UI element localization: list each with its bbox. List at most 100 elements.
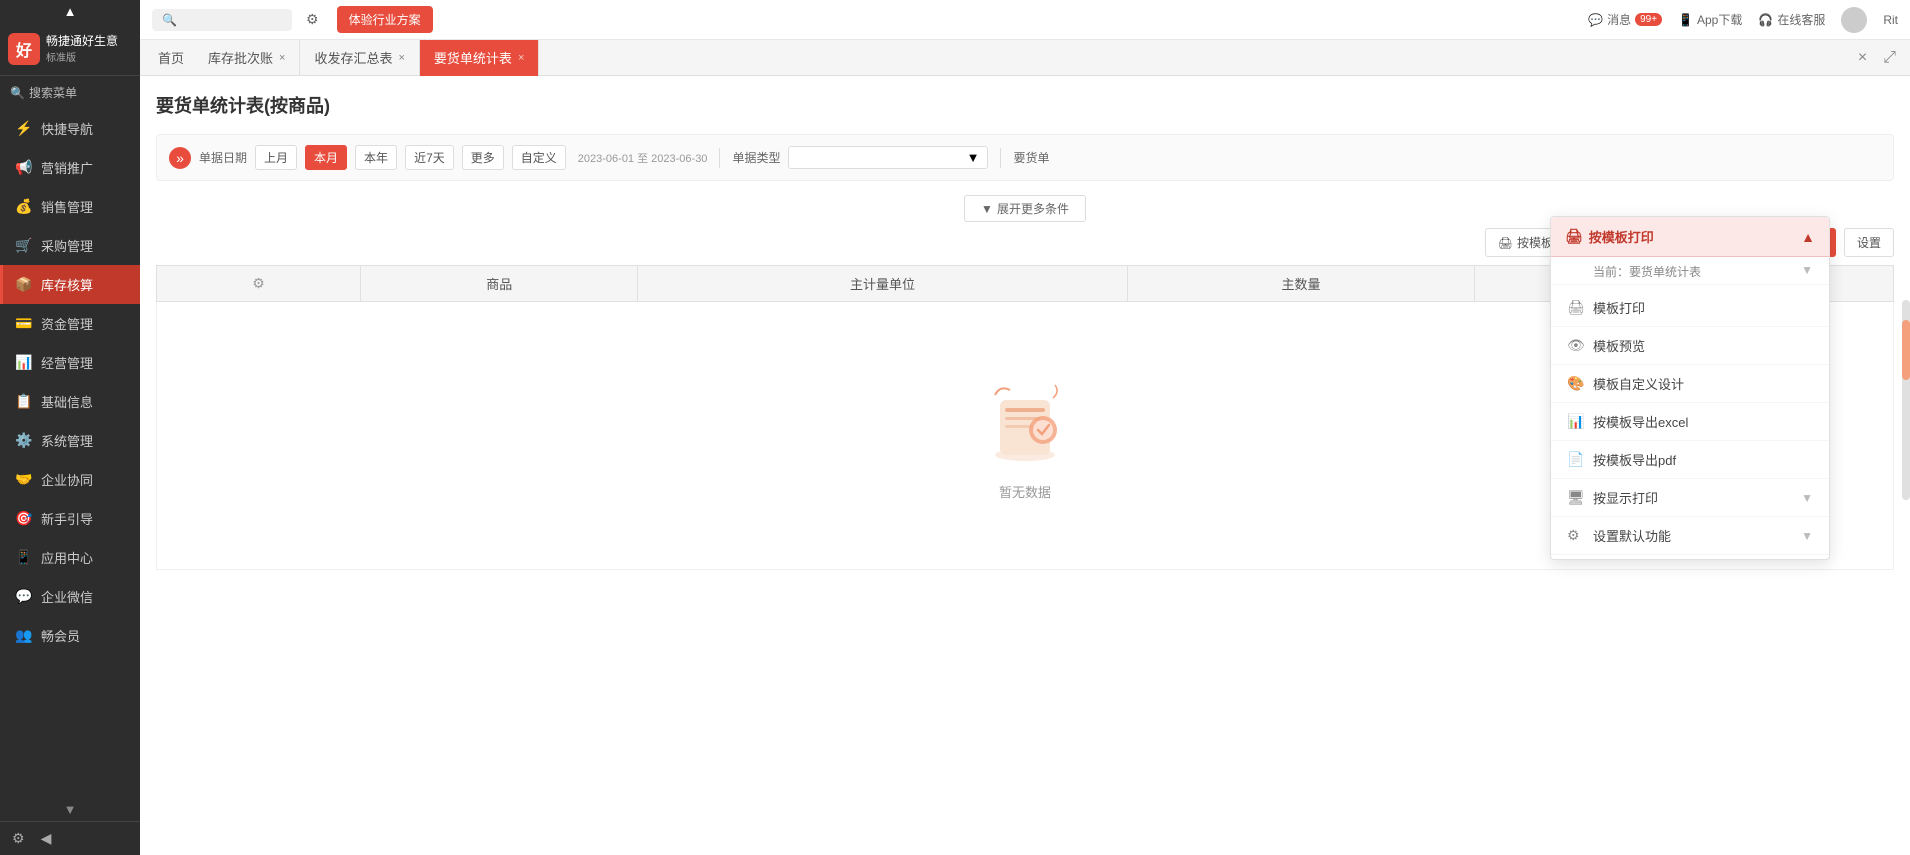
tab-batch-account[interactable]: 库存批次账 × [194,40,300,76]
table-settings-icon[interactable]: ⚙ [252,275,265,291]
settings-button[interactable]: 设置 [1844,228,1894,257]
dropdown-item-export-excel[interactable]: 📊 按模板导出excel [1551,403,1829,441]
sidebar-search-menu[interactable]: 🔍 搜索菜单 [0,76,140,109]
tab-order-stats[interactable]: 要货单统计表 × [420,40,539,76]
page-content: 要货单统计表(按商品) » 单据日期 上月 本月 本年 近7天 更多 自定义 2… [140,76,1910,855]
online-service-button[interactable]: 🎧 在线客服 [1758,11,1825,28]
tab-close-order-stats[interactable]: × [518,52,524,64]
filter-bar: » 单据日期 上月 本月 本年 近7天 更多 自定义 2023-06-01 至 … [156,134,1894,181]
doc-type-chevron-icon: ▼ [967,150,980,165]
sidebar-item-system[interactable]: ⚙️ 系统管理 [0,421,140,460]
messages-icon: 💬 [1588,13,1603,27]
sidebar-logo: 好 畅捷通好生意 标准版 [0,23,140,76]
dropdown-item-template-preview[interactable]: 👁 模板预览 [1551,327,1829,365]
date-last7-button[interactable]: 近7天 [405,145,454,170]
sidebar-item-basic-info[interactable]: 📋 基础信息 [0,382,140,421]
date-filter-label: 单据日期 [199,149,247,166]
dropdown-item-export-pdf[interactable]: 📄 按模板导出pdf [1551,441,1829,479]
purchase-icon: 🛒 [15,237,33,254]
messages-button[interactable]: 💬 消息 99+ [1588,11,1662,28]
sidebar-scroll-down[interactable]: ▼ [0,798,140,821]
topbar-settings-icon[interactable]: ⚙ [300,9,325,30]
tab-window-close-icon[interactable]: × [1852,47,1873,69]
tab-close-receipt-summary[interactable]: × [398,52,404,64]
template-design-icon: 🎨 [1567,375,1585,392]
enterprise-wechat-icon: 💬 [15,588,33,605]
industry-solution-button[interactable]: 体验行业方案 [337,6,433,33]
doc-type-select[interactable]: ▼ [788,146,988,169]
table-header-product: 商品 [361,266,638,302]
app-download-button[interactable]: 📱 App下载 [1678,11,1742,28]
tab-close-batch-account[interactable]: × [279,52,285,64]
dropdown-item-template-print[interactable]: 🖨 模板打印 [1551,289,1829,327]
dropdown-current-arrow: ▼ [1801,263,1813,277]
expand-more-conditions-button[interactable]: ▼ 展开更多条件 [964,195,1086,222]
date-custom-button[interactable]: 自定义 [512,145,566,170]
date-current-year-button[interactable]: 本年 [355,145,397,170]
print-header-icon: 🖨 [1565,228,1583,245]
filter-divider-2 [1000,148,1001,168]
date-prev-month-button[interactable]: 上月 [255,145,297,170]
user-avatar[interactable] [1841,7,1867,33]
sidebar-item-inventory[interactable]: 📦 库存核算 [0,265,140,304]
filter-expand-button[interactable]: » [169,147,191,169]
right-scrollbar[interactable] [1902,300,1910,500]
sidebar-nav: ⚡ 快捷导航 📢 营销推广 💰 销售管理 🛒 采购管理 📦 库存核算 💳 资金管… [0,109,140,798]
sidebar-item-operations[interactable]: 📊 经营管理 [0,343,140,382]
print-icon: 🖨 [1498,236,1513,250]
date-current-month-button[interactable]: 本月 [305,145,347,170]
dropdown-item-set-default[interactable]: ⚙ 设置默认功能 ▼ [1551,517,1829,555]
display-print-arrow-icon: ▼ [1801,491,1813,505]
template-preview-icon: 👁 [1567,337,1585,354]
empty-illustration [975,370,1075,470]
sidebar-item-enterprise-wechat[interactable]: 💬 企业微信 [0,577,140,616]
export-pdf-icon: 📄 [1567,451,1585,468]
sidebar-item-purchase[interactable]: 🛒 采购管理 [0,226,140,265]
tab-home[interactable]: 首页 [148,40,194,76]
search-icon: 🔍 [10,86,25,100]
sidebar-item-app-center[interactable]: 📱 应用中心 [0,538,140,577]
sidebar-scroll-up[interactable]: ▲ [0,0,140,23]
finance-icon: 💳 [15,315,33,332]
sidebar-item-members[interactable]: 👥 畅会员 [0,616,140,655]
scrollbar-thumb[interactable] [1902,320,1910,380]
set-default-arrow-icon: ▼ [1801,529,1813,543]
dropdown-close-icon[interactable]: ▲ [1801,229,1815,245]
table-header-settings[interactable]: ⚙ [157,266,361,302]
sidebar: ▲ 好 畅捷通好生意 标准版 🔍 搜索菜单 ⚡ 快捷导航 📢 营销推广 💰 销售… [0,0,140,855]
sidebar-item-finance[interactable]: 💳 资金管理 [0,304,140,343]
table-header-quantity: 主数量 [1127,266,1475,302]
sidebar-settings-icon[interactable]: ⚙ [12,830,25,847]
sidebar-item-collaboration[interactable]: 🤝 企业协同 [0,460,140,499]
display-print-icon: 🖥 [1567,489,1585,506]
system-icon: ⚙️ [15,432,33,449]
dropdown-header: 🖨 按模板打印 ▲ [1551,217,1829,257]
date-more-button[interactable]: 更多 [462,145,504,170]
tabs-bar: 首页 库存批次账 × 收发存汇总表 × 要货单统计表 × × ⤢ [140,40,1910,76]
sidebar-item-guide[interactable]: 🎯 新手引导 [0,499,140,538]
sidebar-footer: ⚙ ◀ [0,821,140,855]
app-download-icon: 📱 [1678,13,1693,27]
app-center-icon: 📱 [15,549,33,566]
sales-icon: 💰 [15,198,33,215]
topbar-search[interactable]: 🔍 [152,9,292,31]
date-range-text: 2023-06-01 至 2023-06-30 [578,150,708,166]
sidebar-item-sales[interactable]: 💰 销售管理 [0,187,140,226]
sidebar-collapse-icon[interactable]: ◀ [41,830,52,847]
sidebar-item-quick-nav[interactable]: ⚡ 快捷导航 [0,109,140,148]
set-default-icon: ⚙ [1567,527,1585,544]
dropdown-item-template-design[interactable]: 🎨 模板自定义设计 [1551,365,1829,403]
tab-receipt-summary[interactable]: 收发存汇总表 × [300,40,419,76]
empty-text: 暂无数据 [999,482,1051,501]
collaboration-icon: 🤝 [15,471,33,488]
template-print-icon: 🖨 [1567,299,1585,316]
tabs-right-controls: × ⤢ [1852,47,1902,69]
tab-maximize-icon[interactable]: ⤢ [1877,47,1902,69]
members-icon: 👥 [15,627,33,644]
dropdown-item-display-print[interactable]: 🖥 按显示打印 ▼ [1551,479,1829,517]
quick-nav-icon: ⚡ [15,120,33,137]
topbar-right: 💬 消息 99+ 📱 App下载 🎧 在线客服 Rit [1588,7,1898,33]
headset-icon: 🎧 [1758,13,1773,27]
export-excel-icon: 📊 [1567,413,1585,430]
sidebar-item-marketing[interactable]: 📢 营销推广 [0,148,140,187]
